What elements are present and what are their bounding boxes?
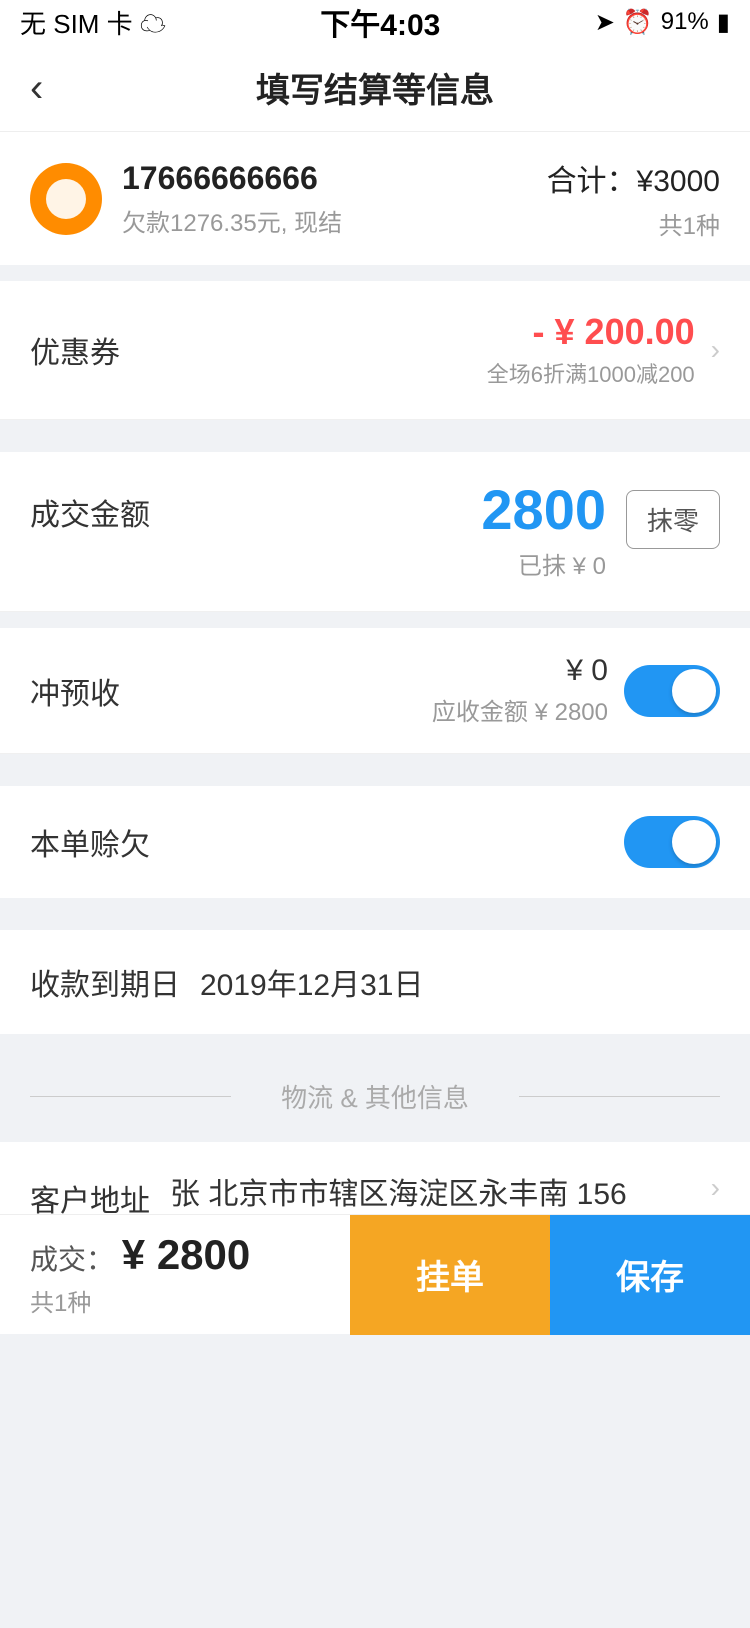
deal-amount-right: 2800 已抹 ¥ 0 抹零 <box>481 482 720 581</box>
save-label: 保存 <box>616 1250 684 1299</box>
status-left: 无 SIM 卡 ☁ <box>20 4 166 41</box>
hang-order-button[interactable]: 挂单 <box>350 1215 550 1335</box>
bottom-deal-label: 成交： <box>30 1244 114 1275</box>
bottom-count: 共1种 <box>30 1283 320 1318</box>
debt-toggle[interactable] <box>624 816 720 868</box>
prepayment-receivable: 应收金额 ¥ 2800 <box>432 692 608 727</box>
customer-info: 17666666666 欠款1276.35元, 现结 <box>122 160 342 238</box>
deal-amount-label: 成交金额 <box>30 482 150 534</box>
customer-row: 17666666666 欠款1276.35元, 现结 合计：¥3000 共1种 <box>0 132 750 265</box>
due-date-label: 收款到期日 <box>30 960 180 1004</box>
bottom-spacer <box>0 1308 750 1508</box>
location-icon: ➤ <box>595 8 615 37</box>
battery-level: 91% <box>661 8 709 36</box>
nav-bar: ‹ 填写结算等信息 <box>0 44 750 132</box>
deal-amount-wrap: 2800 已抹 ¥ 0 <box>481 482 606 581</box>
debt-label: 本单赊欠 <box>30 820 150 864</box>
coupon-chevron-icon: › <box>711 334 720 366</box>
due-date-value: 2019年12月31日 <box>200 960 423 1004</box>
section-divider-4 <box>0 1050 750 1066</box>
status-bar: 无 SIM 卡 ☁ 下午4:03 ➤ ⏰ 91% ▮ <box>0 0 750 44</box>
coupon-discount: - ¥ 200.00 <box>487 311 695 353</box>
customer-count: 共1种 <box>547 206 720 241</box>
logistics-section-sep: 物流 & 其他信息 <box>0 1066 750 1126</box>
status-time: 下午4:03 <box>320 0 440 44</box>
smash-zero-button[interactable]: 抹零 <box>626 490 720 549</box>
customer-phone: 17666666666 <box>122 160 342 197</box>
prepayment-right: ¥ 0 应收金额 ¥ 2800 <box>432 654 720 727</box>
address-label: 客户地址 <box>30 1172 150 1220</box>
bottom-info: 成交： ¥ 2800 共1种 <box>0 1231 350 1318</box>
battery-icon: ▮ <box>717 8 730 37</box>
prepayment-label: 冲预收 <box>30 669 120 713</box>
deal-amount-value: 2800 <box>481 482 606 538</box>
back-button[interactable]: ‹ <box>30 68 43 108</box>
bottom-deal-line: 成交： ¥ 2800 <box>30 1231 320 1279</box>
customer-right: 合计：¥3000 共1种 <box>547 156 720 241</box>
avatar <box>30 163 102 235</box>
address-chevron-icon: › <box>711 1172 720 1204</box>
section-divider-2 <box>0 770 750 786</box>
sep-line-left <box>30 1096 231 1097</box>
deal-erased: 已抹 ¥ 0 <box>481 546 606 581</box>
toggle-knob <box>672 669 716 713</box>
debt-row: 本单赊欠 <box>0 786 750 898</box>
due-date-row: 收款到期日 2019年12月31日 <box>0 930 750 1034</box>
status-right: ➤ ⏰ 91% ▮ <box>595 8 730 37</box>
prepayment-amount: ¥ 0 <box>432 654 608 688</box>
debt-toggle-knob <box>672 820 716 864</box>
customer-total: 合计：¥3000 <box>547 156 720 200</box>
customer-debt: 欠款1276.35元, 现结 <box>122 203 342 238</box>
save-button[interactable]: 保存 <box>550 1215 750 1335</box>
alarm-icon: ⏰ <box>623 8 653 37</box>
prepayment-toggle[interactable] <box>624 665 720 717</box>
coupon-value-wrap: - ¥ 200.00 全场6折满1000减200 <box>487 311 695 389</box>
coupon-row[interactable]: 优惠券 - ¥ 200.00 全场6折满1000减200 › <box>0 281 750 420</box>
avatar-icon <box>46 179 86 219</box>
customer-left: 17666666666 欠款1276.35元, 现结 <box>30 160 342 238</box>
sim-status: 无 SIM 卡 ☁ <box>20 4 166 41</box>
page-title: 填写结算等信息 <box>256 63 494 112</box>
section-divider-3 <box>0 914 750 930</box>
coupon-right: - ¥ 200.00 全场6折满1000减200 › <box>487 311 720 389</box>
coupon-desc: 全场6折满1000减200 <box>487 357 695 389</box>
bottom-deal-amount: ¥ 2800 <box>122 1231 250 1278</box>
hang-order-label: 挂单 <box>416 1250 484 1299</box>
content-area: 17666666666 欠款1276.35元, 现结 合计：¥3000 共1种 … <box>0 132 750 1628</box>
deal-amount-row: 成交金额 2800 已抹 ¥ 0 抹零 <box>0 452 750 612</box>
bottom-bar: 成交： ¥ 2800 共1种 挂单 保存 <box>0 1214 750 1334</box>
prepayment-value-wrap: ¥ 0 应收金额 ¥ 2800 <box>432 654 608 727</box>
sep-line-right <box>519 1096 720 1097</box>
logistics-label: 物流 & 其他信息 <box>281 1078 469 1115</box>
prepayment-row: 冲预收 ¥ 0 应收金额 ¥ 2800 <box>0 628 750 754</box>
coupon-label: 优惠券 <box>30 328 120 372</box>
section-divider-5 <box>0 1126 750 1142</box>
section-divider-1 <box>0 436 750 452</box>
